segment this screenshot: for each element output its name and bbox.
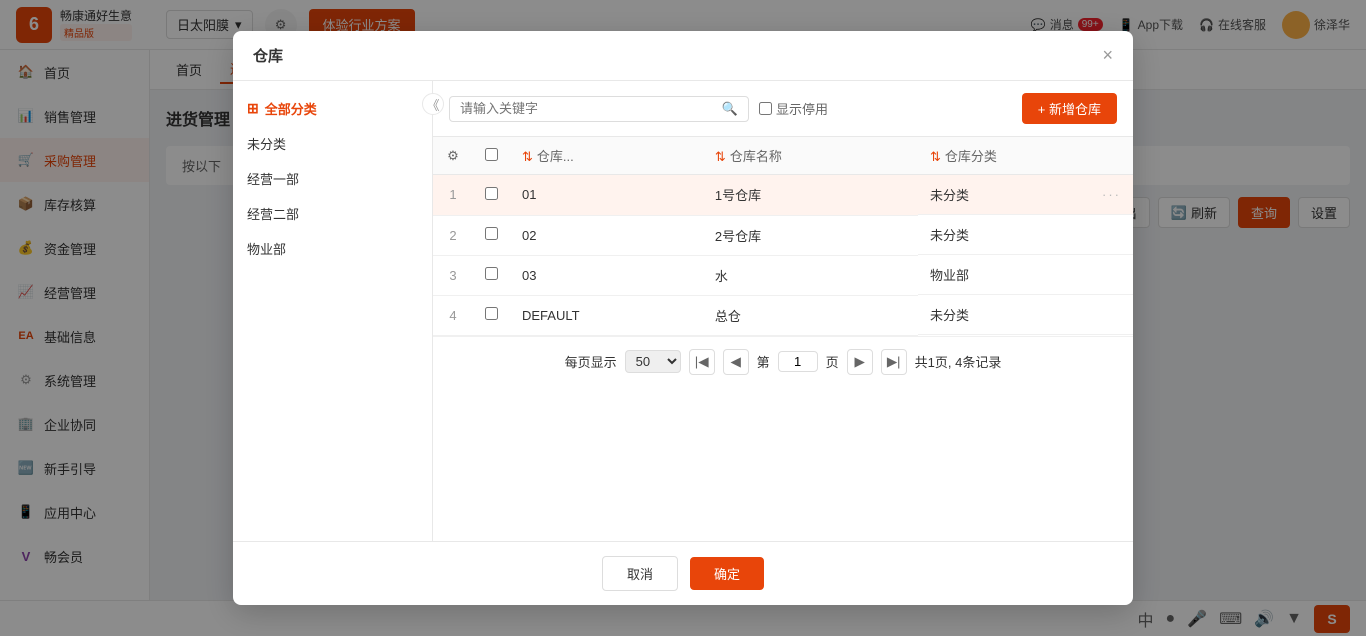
category-collapse-button[interactable]: 《 (422, 93, 444, 115)
modal-footer: 取消 确定 (233, 541, 1133, 605)
next-page-button[interactable]: ▶ (847, 349, 873, 375)
first-page-button[interactable]: |◀ (689, 349, 715, 375)
col-gear-icon: ⚙ (447, 148, 459, 163)
row-code: 01 (510, 175, 703, 216)
row-checkbox[interactable] (485, 267, 498, 280)
row-code: DEFAULT (510, 295, 703, 335)
category-item-unclassified[interactable]: 未分类 (233, 126, 432, 161)
row-num: 3 (449, 268, 456, 283)
row-num: 1 (449, 187, 456, 202)
category-panel: ⊞ 全部分类 《 未分类 经营一部 经营二部 物业部 (233, 81, 433, 541)
collapse-icon: 《 (426, 95, 439, 114)
row-checkbox-cell (473, 215, 510, 255)
row-category: 未分类 ··· (918, 175, 1133, 215)
select-all-checkbox[interactable] (485, 148, 498, 161)
table-row: 3 03 水 物业部 (433, 255, 1133, 295)
table-container: ⚙ ⇅仓库... ⇅仓库名称 (433, 136, 1133, 336)
row-category: 未分类 (918, 215, 1133, 255)
row-action-cell: 3 (433, 255, 473, 295)
row-checkbox-cell (473, 175, 510, 216)
search-icon[interactable]: 🔍 (722, 101, 738, 117)
col-name: ⇅仓库名称 (703, 137, 918, 175)
last-page-button[interactable]: ▶| (881, 349, 907, 375)
row-action-dots[interactable]: ··· (1102, 187, 1121, 202)
search-box: 🔍 (449, 96, 749, 122)
row-action-cell: 4 (433, 295, 473, 335)
row-action-cell: 1 (433, 175, 473, 216)
row-name: 总仓 (703, 295, 918, 335)
search-input[interactable] (460, 101, 716, 116)
category-all-button[interactable]: ⊞ 全部分类 (233, 91, 432, 126)
category-item-operations1[interactable]: 经营一部 (233, 161, 432, 196)
row-code: 02 (510, 215, 703, 255)
add-warehouse-button[interactable]: + 新增仓库 (1022, 93, 1117, 124)
row-checkbox[interactable] (485, 227, 498, 240)
sort-icon: ⇅ (715, 149, 726, 164)
warehouse-table: ⚙ ⇅仓库... ⇅仓库名称 (433, 136, 1133, 336)
row-code: 03 (510, 255, 703, 295)
row-num: 4 (449, 308, 456, 323)
col-code: ⇅仓库... (510, 137, 703, 175)
table-header-row: ⚙ ⇅仓库... ⇅仓库名称 (433, 137, 1133, 175)
row-checkbox-cell (473, 255, 510, 295)
col-checkbox (473, 137, 510, 175)
modal-title: 仓库 (253, 45, 283, 66)
row-name: 水 (703, 255, 918, 295)
row-num: 2 (449, 228, 456, 243)
row-action-cell: 2 (433, 215, 473, 255)
row-category: 物业部 (918, 255, 1133, 295)
total-records-label: 共1页, 4条记录 (915, 352, 1002, 371)
row-name: 1号仓库 (703, 175, 918, 216)
category-item-property[interactable]: 物业部 (233, 231, 432, 266)
row-checkbox[interactable] (485, 307, 498, 320)
prev-page-button[interactable]: ◀ (723, 349, 749, 375)
page-input[interactable] (778, 351, 818, 372)
row-checkbox[interactable] (485, 187, 498, 200)
table-panel: 🔍 显示停用 + 新增仓库 ⚙ (433, 81, 1133, 541)
pagination: 每页显示 50 10 20 100 |◀ ◀ 第 页 ▶ ▶| 共1页, 4条记… (433, 336, 1133, 387)
table-row: 2 02 2号仓库 未分类 (433, 215, 1133, 255)
show-disabled-checkbox[interactable] (759, 102, 772, 115)
row-category: 未分类 (918, 295, 1133, 335)
category-all-label: 全部分类 (265, 99, 317, 118)
col-gear: ⚙ (433, 137, 473, 175)
per-page-label: 每页显示 (565, 352, 617, 371)
table-row: 4 DEFAULT 总仓 未分类 (433, 295, 1133, 335)
modal-header: 仓库 × (233, 31, 1133, 81)
row-name: 2号仓库 (703, 215, 918, 255)
table-row: 1 01 1号仓库 未分类 ··· (433, 175, 1133, 216)
warehouse-modal: 仓库 × ⊞ 全部分类 《 未分类 经营一部 经营二部 物业部 🔍 (233, 31, 1133, 605)
per-page-select[interactable]: 50 10 20 100 (625, 350, 681, 373)
confirm-button[interactable]: 确定 (690, 557, 764, 590)
category-item-operations2[interactable]: 经营二部 (233, 196, 432, 231)
table-toolbar: 🔍 显示停用 + 新增仓库 (433, 81, 1133, 136)
page-label: 第 (757, 352, 770, 371)
modal-body: ⊞ 全部分类 《 未分类 经营一部 经营二部 物业部 🔍 显示停用 (233, 81, 1133, 541)
page-suffix-label: 页 (826, 352, 839, 371)
sort-icon: ⇅ (930, 149, 941, 164)
row-checkbox-cell (473, 295, 510, 335)
show-disabled-label: 显示停用 (759, 99, 828, 118)
grid-icon: ⊞ (247, 100, 259, 117)
col-category: ⇅仓库分类 (918, 137, 1133, 175)
sort-icon: ⇅ (522, 149, 533, 164)
cancel-button[interactable]: 取消 (602, 556, 678, 591)
modal-close-button[interactable]: × (1102, 45, 1113, 66)
